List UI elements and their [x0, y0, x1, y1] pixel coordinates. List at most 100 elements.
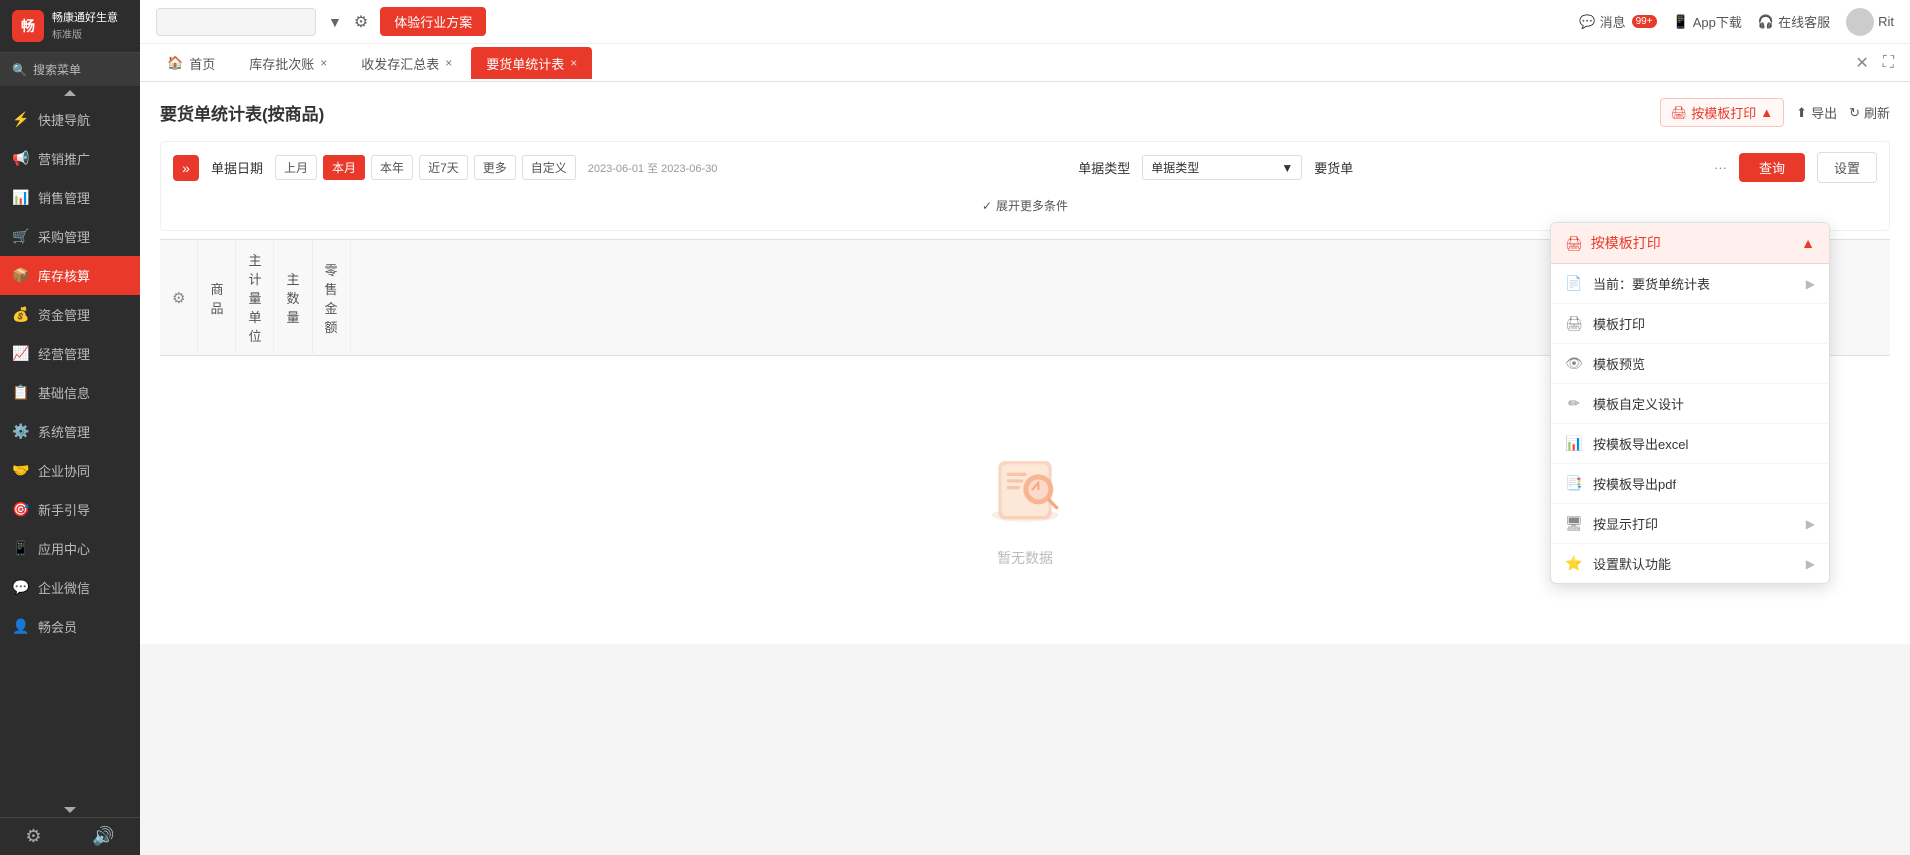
dropdown-item-export-pdf[interactable]: 📑 按模板导出pdf — [1551, 464, 1829, 504]
display-print-label: 按显示打印 — [1593, 514, 1796, 533]
date-btn-this-month[interactable]: 本月 — [323, 155, 365, 180]
sidebar-item-label: 企业协同 — [38, 461, 90, 480]
app-version: 标准版 — [52, 26, 118, 41]
tab-requisition-stats-close[interactable]: × — [570, 56, 577, 70]
set-default-arrow: ▶ — [1806, 557, 1815, 571]
chevron-right-icon: ▶ — [1806, 277, 1815, 291]
sidebar-item-finance[interactable]: 💰 资金管理 — [0, 295, 140, 334]
refresh-btn[interactable]: ↻ 刷新 — [1849, 103, 1890, 122]
tab-home[interactable]: 🏠 首页 — [152, 47, 230, 79]
notification-btn[interactable]: 💬 消息 99+ — [1579, 12, 1656, 31]
sidebar-search[interactable]: 🔍 搜索菜单 — [0, 53, 140, 86]
order-type-select[interactable]: 单据类型 ▼ — [1142, 155, 1302, 180]
sidebar-item-label: 采购管理 — [38, 227, 90, 246]
date-btn-7days[interactable]: 近7天 — [419, 155, 468, 180]
sidebar-item-label: 资金管理 — [38, 305, 90, 324]
notification-icon: 💬 — [1579, 14, 1595, 30]
header-gear-btn[interactable]: ⚙ — [354, 12, 368, 32]
order-type-value: 单据类型 — [1151, 159, 1199, 176]
dropdown-item-display-print[interactable]: 🖥 按显示打印 ▶ — [1551, 504, 1829, 544]
sidebar-item-system[interactable]: ⚙️ 系统管理 — [0, 412, 140, 451]
filter-container: » 单据日期 上月 本月 本年 近7天 更多 自定义 2023-06-01 至 … — [160, 141, 1890, 231]
expand-more-btn[interactable]: ✓ 展开更多条件 — [982, 197, 1068, 214]
maximize-window-btn[interactable]: ⛶ — [1879, 54, 1898, 72]
template-print-btn[interactable]: 🖨 按模板打印 ▲ — [1660, 98, 1784, 127]
export-icon: ⬆ — [1796, 105, 1807, 121]
tab-receipt-summary-close[interactable]: × — [445, 56, 452, 70]
sidebar-scroll-down[interactable] — [0, 803, 140, 817]
sidebar-item-guide[interactable]: 🎯 新手引导 — [0, 490, 140, 529]
table-gear-icon[interactable]: ⚙ — [172, 290, 185, 307]
dropdown-item-template-design[interactable]: ✏ 模板自定义设计 — [1551, 384, 1829, 424]
col-retail-amount: 零售金额 — [312, 240, 350, 356]
sidebar-scroll-up[interactable] — [0, 86, 140, 100]
tab-inventory-batch-close[interactable]: × — [320, 56, 327, 70]
order-type-label: 单据类型 — [1078, 158, 1130, 177]
app-download-btn[interactable]: 📱 App下载 — [1673, 12, 1742, 31]
sidebar-item-wechat[interactable]: 💬 企业微信 — [0, 568, 140, 607]
date-btn-custom[interactable]: 自定义 — [522, 155, 576, 180]
sidebar-item-label: 快捷导航 — [38, 110, 90, 129]
sidebar-item-cooperation[interactable]: 🤝 企业协同 — [0, 451, 140, 490]
top-header: ▼ ⚙ 体验行业方案 💬 消息 99+ 📱 App下载 🎧 在线客服 Rit — [140, 0, 1910, 44]
sidebar-item-inventory[interactable]: 📦 库存核算 — [0, 256, 140, 295]
printer-icon: 🖨 — [1671, 105, 1688, 121]
dropdown-item-template-print[interactable]: 🖨 模板打印 — [1551, 304, 1829, 344]
breadcrumb-dropdown-btn[interactable]: ▼ — [328, 14, 342, 30]
tab-home-label: 首页 — [189, 54, 215, 73]
sidebar-item-label: 系统管理 — [38, 422, 90, 441]
sound-footer-icon[interactable]: 🔊 — [92, 826, 114, 847]
user-avatar[interactable]: Rit — [1846, 8, 1894, 36]
dropdown-item-template-preview[interactable]: 👁 模板预览 — [1551, 344, 1829, 384]
chevron-down-icon: ▼ — [1281, 161, 1293, 175]
yaohuo-label: 要货单 — [1314, 158, 1353, 177]
trial-industry-btn[interactable]: 体验行业方案 — [380, 7, 486, 36]
sidebar-item-member[interactable]: 👤 畅会员 — [0, 607, 140, 646]
date-range-text: 2023-06-01 至 2023-06-30 — [588, 160, 718, 176]
date-btn-last-month[interactable]: 上月 — [275, 155, 317, 180]
tabs-bar: 🏠 首页 库存批次账 × 收发存汇总表 × 要货单统计表 × ✕ ⛶ — [140, 44, 1910, 82]
dropdown-chevron-up-icon[interactable]: ▲ — [1801, 235, 1815, 251]
empty-state-text: 暂无数据 — [997, 548, 1053, 568]
tab-requisition-stats[interactable]: 要货单统计表 × — [471, 47, 592, 79]
expand-icon-btn[interactable]: » — [173, 155, 199, 181]
dropdown-current-template[interactable]: 📄 当前：要货单统计表 ▶ — [1551, 264, 1829, 304]
template-design-icon: ✏ — [1565, 395, 1583, 413]
sidebar-item-basic-info[interactable]: 📋 基础信息 — [0, 373, 140, 412]
download-icon: 📱 — [1673, 14, 1689, 30]
close-window-btn[interactable]: ✕ — [1851, 53, 1872, 73]
settings-btn[interactable]: 设置 — [1817, 152, 1877, 183]
breadcrumb-input[interactable] — [156, 8, 316, 36]
sidebar-item-label: 基础信息 — [38, 383, 90, 402]
inventory-icon: 📦 — [12, 267, 30, 285]
sidebar-item-quick-nav[interactable]: ⚡ 快捷导航 — [0, 100, 140, 139]
date-btn-more[interactable]: 更多 — [474, 155, 516, 180]
sidebar-item-app-center[interactable]: 📱 应用中心 — [0, 529, 140, 568]
online-service-btn[interactable]: 🎧 在线客服 — [1758, 12, 1830, 31]
set-default-icon: ⭐ — [1565, 555, 1583, 573]
date-btn-this-year[interactable]: 本年 — [371, 155, 413, 180]
col-product: 商品 — [198, 240, 236, 356]
more-options-icon[interactable]: ··· — [1714, 160, 1727, 175]
dropdown-item-set-default[interactable]: ⭐ 设置默认功能 ▶ — [1551, 544, 1829, 583]
service-icon: 🎧 — [1758, 14, 1774, 30]
date-filter-label: 单据日期 — [211, 158, 263, 177]
current-template-label: 当前：要货单统计表 — [1593, 274, 1796, 293]
sidebar-item-label: 畅会员 — [38, 617, 77, 636]
export-btn[interactable]: ⬆ 导出 — [1796, 103, 1837, 122]
dropdown-item-export-excel[interactable]: 📊 按模板导出excel — [1551, 424, 1829, 464]
template-dropdown: 🖨 按模板打印 ▲ 📄 当前：要货单统计表 ▶ 🖨 模板打印 👁 模板预览 — [1550, 222, 1830, 584]
tab-receipt-summary[interactable]: 收发存汇总表 × — [346, 47, 467, 79]
display-print-arrow: ▶ — [1806, 517, 1815, 531]
sidebar-item-purchase[interactable]: 🛒 采购管理 — [0, 217, 140, 256]
sidebar-item-sales[interactable]: 📊 销售管理 — [0, 178, 140, 217]
sidebar-item-marketing[interactable]: 📢 营销推广 — [0, 139, 140, 178]
settings-footer-icon[interactable]: ⚙ — [25, 826, 41, 847]
app-name: 畅康通好生意 — [52, 11, 118, 25]
display-print-icon: 🖥 — [1565, 515, 1583, 533]
query-btn[interactable]: 查询 — [1739, 153, 1805, 182]
tab-inventory-batch[interactable]: 库存批次账 × — [234, 47, 342, 79]
current-template-icon: 📄 — [1565, 275, 1583, 293]
sidebar-footer: ⚙ 🔊 — [0, 817, 140, 855]
sidebar-item-operations[interactable]: 📈 经营管理 — [0, 334, 140, 373]
